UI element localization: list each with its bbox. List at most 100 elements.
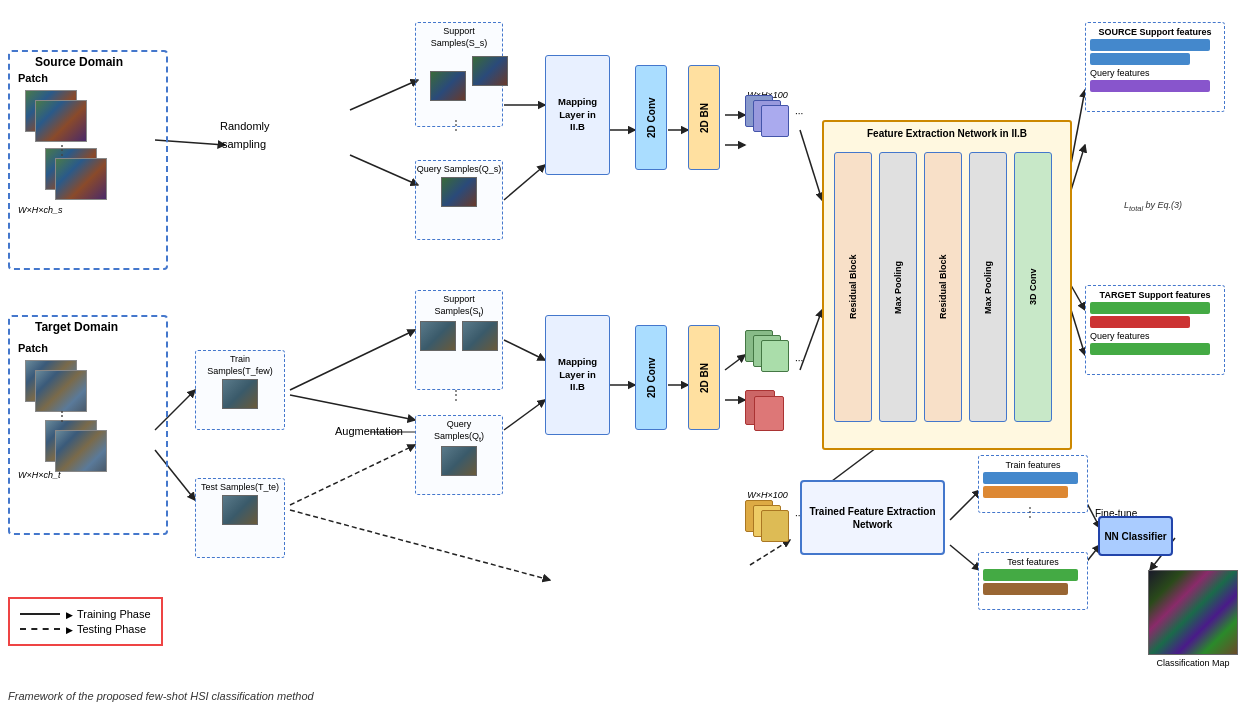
mapping-layer-top: MappingLayer inII.B <box>545 55 610 175</box>
test-feat-bar-1 <box>983 569 1078 581</box>
source-domain-label: Source Domain <box>35 55 123 69</box>
query-tgt-img <box>441 446 477 476</box>
conv2d-top: 2D Conv <box>635 65 667 170</box>
figure-caption: Framework of the proposed few-shot HSI c… <box>8 690 314 702</box>
test-features-box: Test features <box>978 552 1088 610</box>
support-tgt-img2 <box>462 321 498 351</box>
source-patch-4 <box>55 158 107 200</box>
conv3d: 3D Conv <box>1014 152 1052 422</box>
query-src-img <box>441 177 477 207</box>
wh-100-bottom: W×H×100 <box>740 490 795 500</box>
test-feat-bar-2 <box>983 583 1068 595</box>
test-sample-img <box>222 495 258 525</box>
patch-src-label: Patch <box>18 72 48 84</box>
training-arrow <box>66 608 73 620</box>
svg-line-9 <box>800 130 822 200</box>
dots-feat-mid: ··· <box>795 355 803 366</box>
source-features-title: SOURCE Support features <box>1090 27 1220 37</box>
source-support-bar-1 <box>1090 39 1210 51</box>
patch-tgt-label: Patch <box>18 342 48 354</box>
conv2d-bottom-label: 2D Conv <box>646 357 657 398</box>
loss-label: Ltotal by Eq.(3) <box>1088 200 1218 213</box>
train-features-title: Train features <box>983 460 1083 470</box>
testing-line <box>20 628 60 630</box>
conv2d-top-label: 2D Conv <box>646 97 657 138</box>
train-samples-box: Train Samples(T_few) <box>195 350 285 430</box>
nn-classifier[interactable]: NN Classifier <box>1098 516 1173 556</box>
svg-line-20 <box>725 355 745 370</box>
bn2d-top: 2D BN <box>688 65 720 170</box>
trained-fen-label: Trained Feature Extraction Network <box>802 505 943 531</box>
training-phase-label: Training Phase <box>77 608 151 620</box>
svg-line-29 <box>950 545 980 570</box>
feat-cube-orange-3 <box>761 510 789 542</box>
target-patch-4 <box>55 430 107 472</box>
training-phase-legend: Training Phase <box>20 608 151 620</box>
wh-src-label: W×H×ch_s <box>18 205 63 215</box>
support-src-img2 <box>472 56 508 86</box>
testing-phase-label: Testing Phase <box>77 623 146 635</box>
bn2d-top-label: 2D BN <box>699 103 710 133</box>
classification-map <box>1148 570 1238 655</box>
support-tgt-img1 <box>420 321 456 351</box>
source-query-bar-1 <box>1090 80 1210 92</box>
source-features-box: SOURCE Support features Query features <box>1085 22 1225 112</box>
conv3d-label: 3D Conv <box>1028 269 1038 306</box>
testing-phase-legend: Testing Phase <box>20 623 151 635</box>
svg-line-15 <box>290 510 550 580</box>
svg-line-4 <box>504 165 545 200</box>
trained-fen-box: Trained Feature Extraction Network <box>800 480 945 555</box>
support-tgt-label: SupportSamples(St) <box>434 294 483 316</box>
legend-box: Training Phase Testing Phase <box>8 597 163 646</box>
source-query-label: Query features <box>1090 68 1220 78</box>
target-features-box: TARGET Support features Query features <box>1085 285 1225 375</box>
source-patch-2 <box>35 100 87 142</box>
source-dots: ⋮ <box>55 142 69 158</box>
residual-block-1: Residual Block <box>834 152 872 422</box>
nn-classifier-label: NN Classifier <box>1104 531 1166 542</box>
max-pool-1: Max Pooling <box>879 152 917 422</box>
diagram-container: Source Domain Patch W×H×ch_s ⋮ Randomly … <box>0 0 1240 706</box>
test-features-title: Test features <box>983 557 1083 567</box>
target-features-title: TARGET Support features <box>1090 290 1220 300</box>
bn2d-bottom: 2D BN <box>688 325 720 430</box>
mapping-bottom-label: MappingLayer inII.B <box>558 356 597 393</box>
svg-line-28 <box>950 490 980 520</box>
svg-line-30 <box>750 540 790 565</box>
query-src-box: Query Samples(Q_s) <box>415 160 503 240</box>
target-patch-2 <box>35 370 87 412</box>
train-feat-bar-2 <box>983 486 1068 498</box>
training-line <box>20 613 60 615</box>
target-support-bar-1 <box>1090 302 1210 314</box>
residual-block-2: Residual Block <box>924 152 962 422</box>
fen-label: Feature Extraction Network in II.B <box>867 128 1027 139</box>
target-query-label: Query features <box>1090 331 1220 341</box>
src-sample-dots: ⋮ <box>450 118 462 132</box>
classification-map-label: Classification Map <box>1148 658 1238 668</box>
mapping-layer-bottom: MappingLayer inII.B <box>545 315 610 435</box>
train-feat-bar-1 <box>983 472 1078 484</box>
max-pool-2: Max Pooling <box>969 152 1007 422</box>
train-sample-img <box>222 379 258 409</box>
dots-feat-top: ··· <box>795 108 803 119</box>
svg-line-14 <box>290 445 415 505</box>
bn2d-bottom-label: 2D BN <box>699 363 710 393</box>
randomly-label: Randomly <box>220 120 270 132</box>
query-src-label: Query Samples(Q_s) <box>417 164 502 174</box>
residual-2-label: Residual Block <box>938 255 948 320</box>
svg-line-16 <box>504 340 545 360</box>
target-dots: ⋮ <box>55 408 69 424</box>
svg-line-1 <box>350 80 418 110</box>
residual-1-label: Residual Block <box>848 255 858 320</box>
tgt-sample-dots: ⋮ <box>450 388 462 402</box>
test-samples-label: Test Samples(T_te) <box>201 482 279 492</box>
target-domain-label: Target Domain <box>35 320 118 334</box>
sampling-label: sampling <box>222 138 266 150</box>
maxpool-1-label: Max Pooling <box>893 261 903 314</box>
svg-line-2 <box>350 155 418 185</box>
target-query-bar <box>1090 343 1210 355</box>
test-samples-box: Test Samples(T_te) <box>195 478 285 558</box>
wh-tgt-label: W×H×ch_t <box>18 470 61 480</box>
feat-cube-red-2 <box>754 396 784 431</box>
maxpool-2-label: Max Pooling <box>983 261 993 314</box>
